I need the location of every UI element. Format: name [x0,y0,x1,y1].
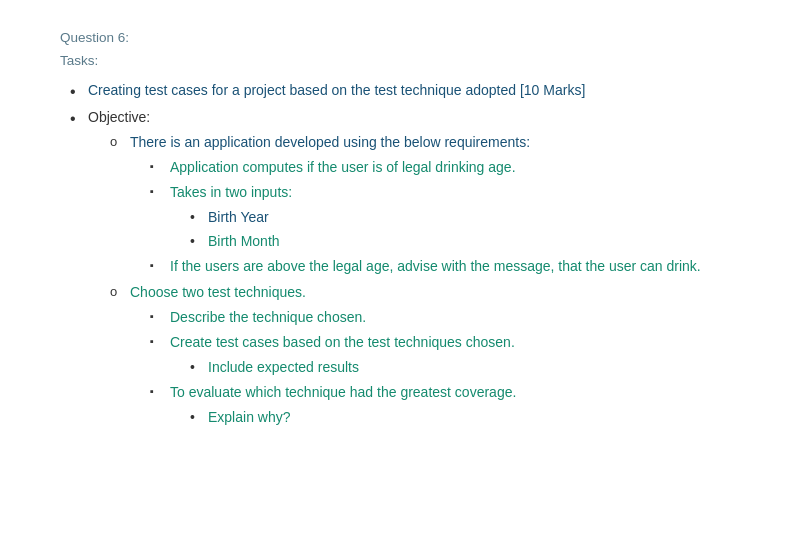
inputs-list: Birth Year Birth Month [170,207,735,252]
req-item-1: Application computes if the user is of l… [150,157,735,178]
item1-text: Creating test cases for a project based … [88,82,585,98]
obj-item-2: Choose two test techniques. Describe the… [108,282,735,428]
obj-item-1: There is an application developed using … [108,132,735,277]
tasks-label: Tasks: [60,53,735,68]
tech-item-1: Describe the technique chosen. [150,307,735,328]
req2-text: Takes in two inputs: [170,184,292,200]
obj2-text: Choose two test techniques. [130,284,306,300]
tech-item-2: Create test cases based on the test tech… [150,332,735,378]
req3-text: If the users are above the legal age, ad… [170,258,701,274]
input-item-1: Birth Year [190,207,735,228]
list-item-1: Creating test cases for a project based … [70,80,735,101]
question-label: Question 6: [60,30,735,45]
tech2-text: Create test cases based on the test tech… [170,334,515,350]
req-item-2: Takes in two inputs: Birth Year Birth Mo… [150,182,735,252]
input-item-2: Birth Month [190,231,735,252]
tech3-text: To evaluate which technique had the grea… [170,384,516,400]
item2-text: Objective: [88,109,150,125]
test-cases-sub-list: Include expected results [170,357,735,378]
req-item-3: If the users are above the legal age, ad… [150,256,735,277]
objective-list: There is an application developed using … [88,132,735,428]
obj1-text: There is an application developed using … [130,134,530,150]
app-requirements-list: Application computes if the user is of l… [130,157,735,277]
tech-item-3: To evaluate which technique had the grea… [150,382,735,428]
req1-text: Application computes if the user is of l… [170,159,516,175]
tech1-text: Describe the technique chosen. [170,309,366,325]
explain-item: Explain why? [190,407,735,428]
list-item-2: Objective: There is an application devel… [70,107,735,428]
birth-month-text: Birth Month [208,233,280,249]
explain-sub-list: Explain why? [170,407,735,428]
expected-results-text: Include expected results [208,359,359,375]
main-list: Creating test cases for a project based … [60,80,735,428]
techniques-list: Describe the technique chosen. Create te… [130,307,735,428]
birth-year-text: Birth Year [208,209,269,225]
expected-results-item: Include expected results [190,357,735,378]
explain-text: Explain why? [208,409,291,425]
